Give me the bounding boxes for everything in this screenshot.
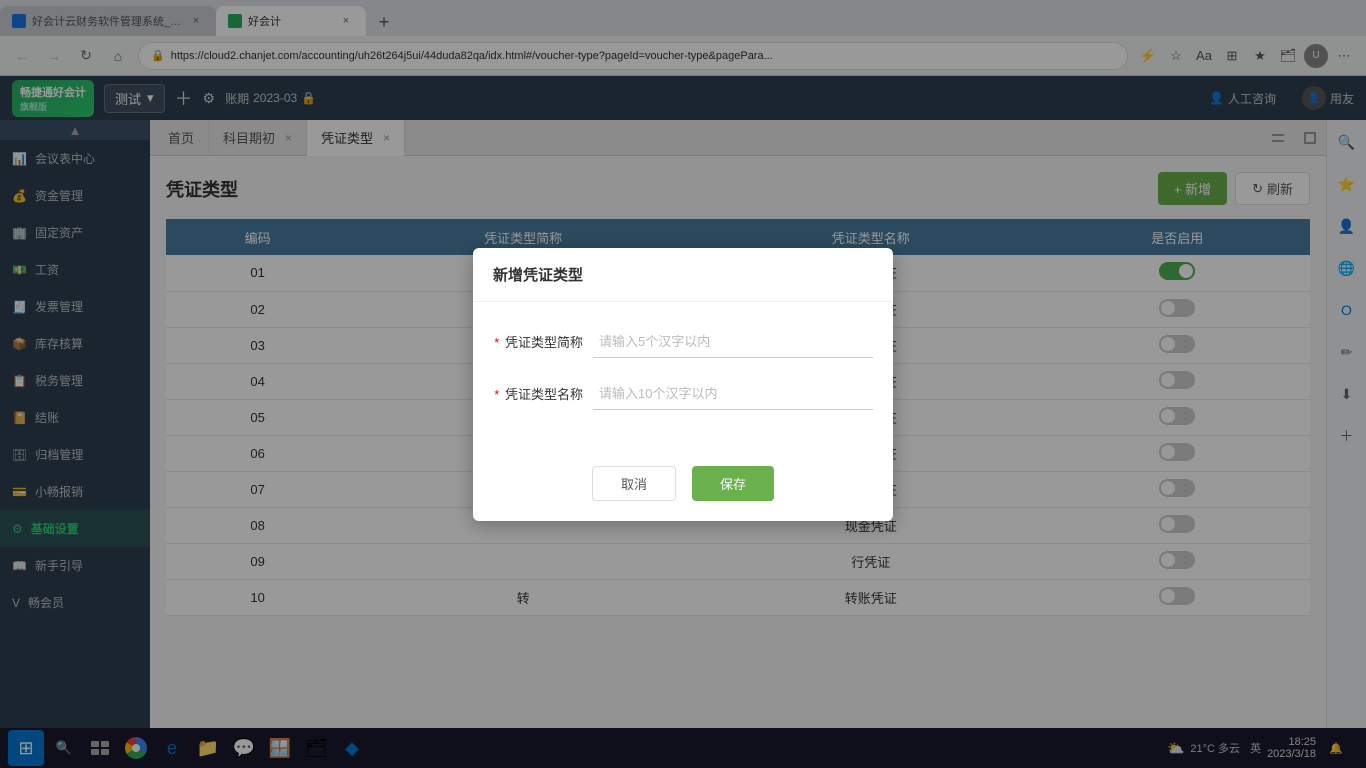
required-star-name: *: [494, 387, 499, 402]
save-button[interactable]: 保存: [692, 466, 774, 501]
label-text-name: 凭证类型名称: [505, 387, 583, 402]
form-row-short: * 凭证类型简称: [493, 326, 873, 358]
add-voucher-modal: 新增凭证类型 * 凭证类型简称 * 凭证类型名称 取消 保存: [473, 248, 893, 521]
modal-title: 新增凭证类型: [493, 267, 583, 284]
required-star-short: *: [494, 335, 499, 350]
form-label-short: * 凭证类型简称: [493, 332, 593, 351]
voucher-name-input[interactable]: [593, 378, 873, 410]
form-label-name: * 凭证类型名称: [493, 384, 593, 403]
modal-body: * 凭证类型简称 * 凭证类型名称: [473, 302, 893, 454]
modal-header: 新增凭证类型: [473, 248, 893, 302]
modal-footer: 取消 保存: [473, 454, 893, 521]
form-row-name: * 凭证类型名称: [493, 378, 873, 410]
voucher-short-input[interactable]: [593, 326, 873, 358]
label-text-short: 凭证类型简称: [505, 335, 583, 350]
modal-overlay: 新增凭证类型 * 凭证类型简称 * 凭证类型名称 取消 保存: [0, 0, 1366, 768]
cancel-button[interactable]: 取消: [592, 466, 676, 501]
